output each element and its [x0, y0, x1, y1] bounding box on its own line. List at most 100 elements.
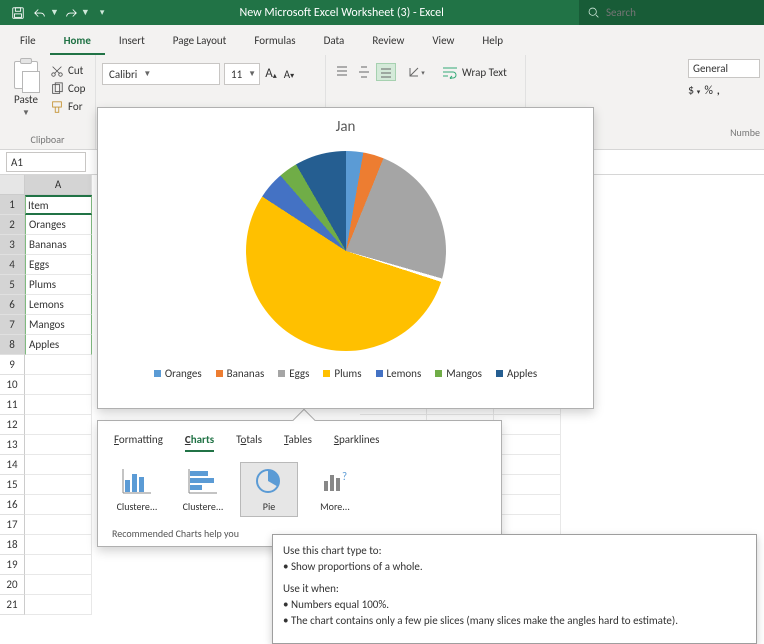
save-icon[interactable]	[8, 3, 28, 23]
column-header[interactable]: A	[25, 175, 92, 195]
qa-tab-tables[interactable]: Tables	[284, 433, 312, 452]
qa-option-clustered-2[interactable]: Clustere...	[174, 462, 232, 517]
qa-tab-formatting[interactable]: FFormattingormatting	[114, 433, 163, 452]
number-format-select[interactable]: General	[688, 59, 760, 78]
row-header[interactable]: 16	[0, 495, 25, 515]
format-painter-button[interactable]: For	[50, 99, 85, 115]
legend-swatch	[435, 370, 442, 377]
font-size-select[interactable]: 11▼	[224, 63, 260, 85]
cell[interactable]	[25, 355, 92, 375]
cell[interactable]	[494, 515, 561, 535]
row-header[interactable]: 7	[0, 315, 25, 335]
cell[interactable]	[25, 595, 92, 615]
group-clipboard: Paste ▼ Cut Cop For Clipboar	[0, 55, 96, 149]
align-middle-icon[interactable]	[354, 63, 374, 81]
row-header[interactable]: 9	[0, 355, 25, 375]
cell[interactable]	[494, 495, 561, 515]
font-name-select[interactable]: Calibri▼	[102, 63, 220, 85]
row-header[interactable]: 11	[0, 395, 25, 415]
name-box[interactable]: A1	[6, 152, 86, 172]
row-header[interactable]: 6	[0, 295, 25, 315]
qa-option-pie[interactable]: Pie	[240, 462, 298, 517]
qa-tab-charts[interactable]: Charts	[185, 433, 214, 452]
qa-tab-sparklines[interactable]: Sparklines	[334, 433, 380, 452]
tab-view[interactable]: View	[418, 28, 468, 55]
row-header[interactable]: 4	[0, 255, 25, 275]
cell[interactable]	[25, 455, 92, 475]
cell[interactable]: Bananas	[25, 235, 92, 255]
row-header[interactable]: 1	[0, 195, 25, 215]
redo-icon[interactable]	[61, 3, 81, 23]
row-header[interactable]: 10	[0, 375, 25, 395]
cell[interactable]	[25, 475, 92, 495]
tab-data[interactable]: Data	[310, 28, 359, 55]
cut-button[interactable]: Cut	[50, 63, 85, 79]
row-header[interactable]: 20	[0, 575, 25, 595]
row-header[interactable]: 2	[0, 215, 25, 235]
ribbon-tabs: File Home Insert Page Layout Formulas Da…	[0, 25, 764, 55]
redo-dropdown[interactable]: ▼	[81, 7, 90, 18]
copy-button[interactable]: Cop	[50, 81, 85, 97]
wrap-text-button[interactable]: Wrap Text	[436, 61, 513, 83]
cell[interactable]: Item	[25, 195, 92, 215]
row-header[interactable]: 18	[0, 535, 25, 555]
row-header[interactable]: 13	[0, 435, 25, 455]
tooltip-heading-1: Use this chart type to:	[283, 543, 746, 559]
cell[interactable]	[494, 475, 561, 495]
paste-button[interactable]: Paste ▼	[6, 59, 46, 118]
row-header[interactable]: 19	[0, 555, 25, 575]
row-header[interactable]: 17	[0, 515, 25, 535]
chevron-down-icon[interactable]: ▼	[22, 108, 30, 118]
cell[interactable]	[494, 455, 561, 475]
percent-icon[interactable]: %	[704, 84, 713, 98]
row-header[interactable]: 15	[0, 475, 25, 495]
tab-file[interactable]: File	[6, 28, 50, 55]
cell[interactable]: Mangos	[25, 315, 92, 335]
legend-item: Bananas	[216, 367, 265, 380]
cell[interactable]	[25, 495, 92, 515]
increase-font-icon[interactable]: A▴	[264, 67, 278, 81]
tab-formulas[interactable]: Formulas	[240, 28, 309, 55]
align-bottom-icon[interactable]	[376, 63, 396, 81]
row-header[interactable]: 14	[0, 455, 25, 475]
orientation-icon[interactable]: ▾	[406, 63, 426, 81]
row-header[interactable]: 8	[0, 335, 25, 355]
decrease-font-icon[interactable]: A▾	[282, 67, 296, 81]
cell[interactable]	[25, 515, 92, 535]
qa-option-clustered-1[interactable]: Clustere...	[108, 462, 166, 517]
tab-review[interactable]: Review	[358, 28, 418, 55]
row-header[interactable]: 5	[0, 275, 25, 295]
cell[interactable]	[494, 435, 561, 455]
tab-home[interactable]: Home	[50, 28, 105, 55]
cell[interactable]: Apples	[25, 335, 92, 355]
cell[interactable]	[25, 395, 92, 415]
cell[interactable]	[494, 415, 561, 435]
cell[interactable]	[25, 555, 92, 575]
qa-tab-totals[interactable]: Totals	[236, 433, 262, 452]
row-header[interactable]: 21	[0, 595, 25, 615]
tab-insert[interactable]: Insert	[105, 28, 159, 55]
search-box[interactable]	[579, 0, 764, 25]
cell[interactable]	[25, 575, 92, 595]
qa-option-more[interactable]: ? More...	[306, 462, 364, 517]
cell[interactable]	[25, 435, 92, 455]
cell[interactable]	[25, 415, 92, 435]
row-header[interactable]: 12	[0, 415, 25, 435]
cell[interactable]: Lemons	[25, 295, 92, 315]
tab-page-layout[interactable]: Page Layout	[159, 28, 241, 55]
undo-icon[interactable]	[30, 3, 50, 23]
cell[interactable]	[25, 375, 92, 395]
undo-dropdown[interactable]: ▼	[50, 7, 59, 18]
row-header[interactable]: 3	[0, 235, 25, 255]
cell[interactable]: Oranges	[25, 215, 92, 235]
comma-icon[interactable]: ,	[717, 84, 720, 98]
cell[interactable]: Eggs	[25, 255, 92, 275]
search-input[interactable]	[606, 6, 738, 19]
copy-label: Cop	[68, 82, 85, 95]
select-all-corner[interactable]	[0, 175, 25, 195]
align-top-icon[interactable]	[332, 63, 352, 81]
cell[interactable]: Plums	[25, 275, 92, 295]
cell[interactable]	[25, 535, 92, 555]
currency-icon[interactable]: $ ▾	[688, 84, 700, 98]
tab-help[interactable]: Help	[468, 28, 517, 55]
